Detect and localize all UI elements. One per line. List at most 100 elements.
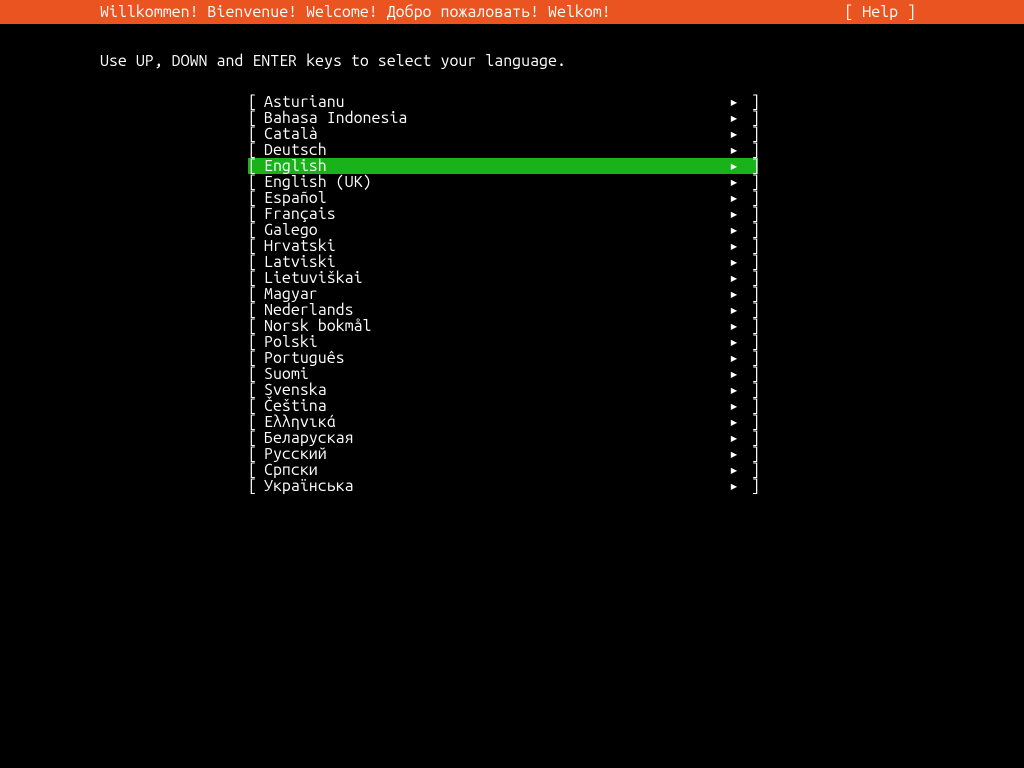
language-label: Français [264, 206, 726, 222]
bracket-open: [ [248, 190, 264, 206]
submenu-arrow-icon: ▸ [726, 430, 742, 446]
bracket-close: ] [742, 382, 758, 398]
language-item[interactable]: [ Magyar▸ ] [248, 286, 758, 302]
submenu-arrow-icon: ▸ [726, 366, 742, 382]
language-item[interactable]: [ Српски▸ ] [248, 462, 758, 478]
bracket-close: ] [742, 206, 758, 222]
language-item[interactable]: [ Русский▸ ] [248, 446, 758, 462]
language-item[interactable]: [ Norsk bokmål▸ ] [248, 318, 758, 334]
bracket-close: ] [742, 286, 758, 302]
bracket-open: [ [248, 366, 264, 382]
language-label: Nederlands [264, 302, 726, 318]
bracket-close: ] [742, 350, 758, 366]
language-item[interactable]: [ Беларуская▸ ] [248, 430, 758, 446]
submenu-arrow-icon: ▸ [726, 302, 742, 318]
language-label: Latviski [264, 254, 726, 270]
bracket-close: ] [742, 238, 758, 254]
bracket-close: ] [742, 222, 758, 238]
bracket-open: [ [248, 174, 264, 190]
language-item[interactable]: [ Français▸ ] [248, 206, 758, 222]
bracket-open: [ [248, 254, 264, 270]
bracket-close: ] [742, 366, 758, 382]
language-item[interactable]: [ Polski▸ ] [248, 334, 758, 350]
bracket-close: ] [742, 126, 758, 142]
language-label: Español [264, 190, 726, 206]
language-item[interactable]: [ Asturianu▸ ] [248, 94, 758, 110]
header-bar: Willkommen! Bienvenue! Welcome! Добро по… [0, 0, 1024, 24]
language-label: Українська [264, 478, 726, 494]
language-label: Lietuviškai [264, 270, 726, 286]
language-label: Galego [264, 222, 726, 238]
language-label: Svenska [264, 382, 726, 398]
language-item[interactable]: [ Deutsch▸ ] [248, 142, 758, 158]
submenu-arrow-icon: ▸ [726, 142, 742, 158]
bracket-close: ] [742, 414, 758, 430]
submenu-arrow-icon: ▸ [726, 286, 742, 302]
submenu-arrow-icon: ▸ [726, 190, 742, 206]
language-item[interactable]: [ Ελληνικά▸ ] [248, 414, 758, 430]
language-item[interactable]: [ Lietuviškai▸ ] [248, 270, 758, 286]
submenu-arrow-icon: ▸ [726, 110, 742, 126]
submenu-arrow-icon: ▸ [726, 446, 742, 462]
bracket-open: [ [248, 462, 264, 478]
language-item[interactable]: [ Latviski▸ ] [248, 254, 758, 270]
bracket-open: [ [248, 222, 264, 238]
language-item[interactable]: [ Nederlands▸ ] [248, 302, 758, 318]
submenu-arrow-icon: ▸ [726, 254, 742, 270]
language-label: Norsk bokmål [264, 318, 726, 334]
instruction-text: Use UP, DOWN and ENTER keys to select yo… [0, 52, 1024, 70]
language-item[interactable]: [ Português▸ ] [248, 350, 758, 366]
language-item[interactable]: [ Galego▸ ] [248, 222, 758, 238]
bracket-close: ] [742, 302, 758, 318]
language-label: Asturianu [264, 94, 726, 110]
submenu-arrow-icon: ▸ [726, 206, 742, 222]
language-label: Suomi [264, 366, 726, 382]
language-item[interactable]: [ Hrvatski▸ ] [248, 238, 758, 254]
language-item[interactable]: [ Català▸ ] [248, 126, 758, 142]
submenu-arrow-icon: ▸ [726, 350, 742, 366]
bracket-open: [ [248, 270, 264, 286]
language-item[interactable]: [ Bahasa Indonesia▸ ] [248, 110, 758, 126]
submenu-arrow-icon: ▸ [726, 414, 742, 430]
bracket-open: [ [248, 318, 264, 334]
submenu-arrow-icon: ▸ [726, 334, 742, 350]
language-item[interactable]: [ English▸ ] [248, 158, 758, 174]
language-label: Беларуская [264, 430, 726, 446]
language-item[interactable]: [ Español▸ ] [248, 190, 758, 206]
bracket-open: [ [248, 110, 264, 126]
language-item[interactable]: [ Українська▸ ] [248, 478, 758, 494]
language-label: Català [264, 126, 726, 142]
bracket-close: ] [742, 254, 758, 270]
language-label: Português [264, 350, 726, 366]
bracket-open: [ [248, 206, 264, 222]
bracket-open: [ [248, 334, 264, 350]
language-label: Magyar [264, 286, 726, 302]
bracket-open: [ [248, 430, 264, 446]
language-label: Čeština [264, 398, 726, 414]
bracket-open: [ [248, 350, 264, 366]
header-title: Willkommen! Bienvenue! Welcome! Добро по… [8, 0, 611, 24]
submenu-arrow-icon: ▸ [726, 222, 742, 238]
bracket-open: [ [248, 142, 264, 158]
language-item[interactable]: [ Suomi▸ ] [248, 366, 758, 382]
bracket-open: [ [248, 94, 264, 110]
bracket-open: [ [248, 414, 264, 430]
language-label: Српски [264, 462, 726, 478]
bracket-open: [ [248, 286, 264, 302]
language-item[interactable]: [ Svenska▸ ] [248, 382, 758, 398]
submenu-arrow-icon: ▸ [726, 398, 742, 414]
language-item[interactable]: [ Čeština▸ ] [248, 398, 758, 414]
submenu-arrow-icon: ▸ [726, 462, 742, 478]
bracket-close: ] [742, 190, 758, 206]
bracket-open: [ [248, 126, 264, 142]
submenu-arrow-icon: ▸ [726, 94, 742, 110]
bracket-open: [ [248, 398, 264, 414]
language-label: Bahasa Indonesia [264, 110, 726, 126]
bracket-close: ] [742, 94, 758, 110]
bracket-close: ] [742, 318, 758, 334]
bracket-close: ] [742, 174, 758, 190]
bracket-close: ] [742, 478, 758, 494]
language-item[interactable]: [ English (UK)▸ ] [248, 174, 758, 190]
language-list[interactable]: [ Asturianu▸ ][ Bahasa Indonesia▸ ][ Cat… [248, 94, 758, 494]
help-button[interactable]: [ Help ] [844, 0, 1016, 24]
